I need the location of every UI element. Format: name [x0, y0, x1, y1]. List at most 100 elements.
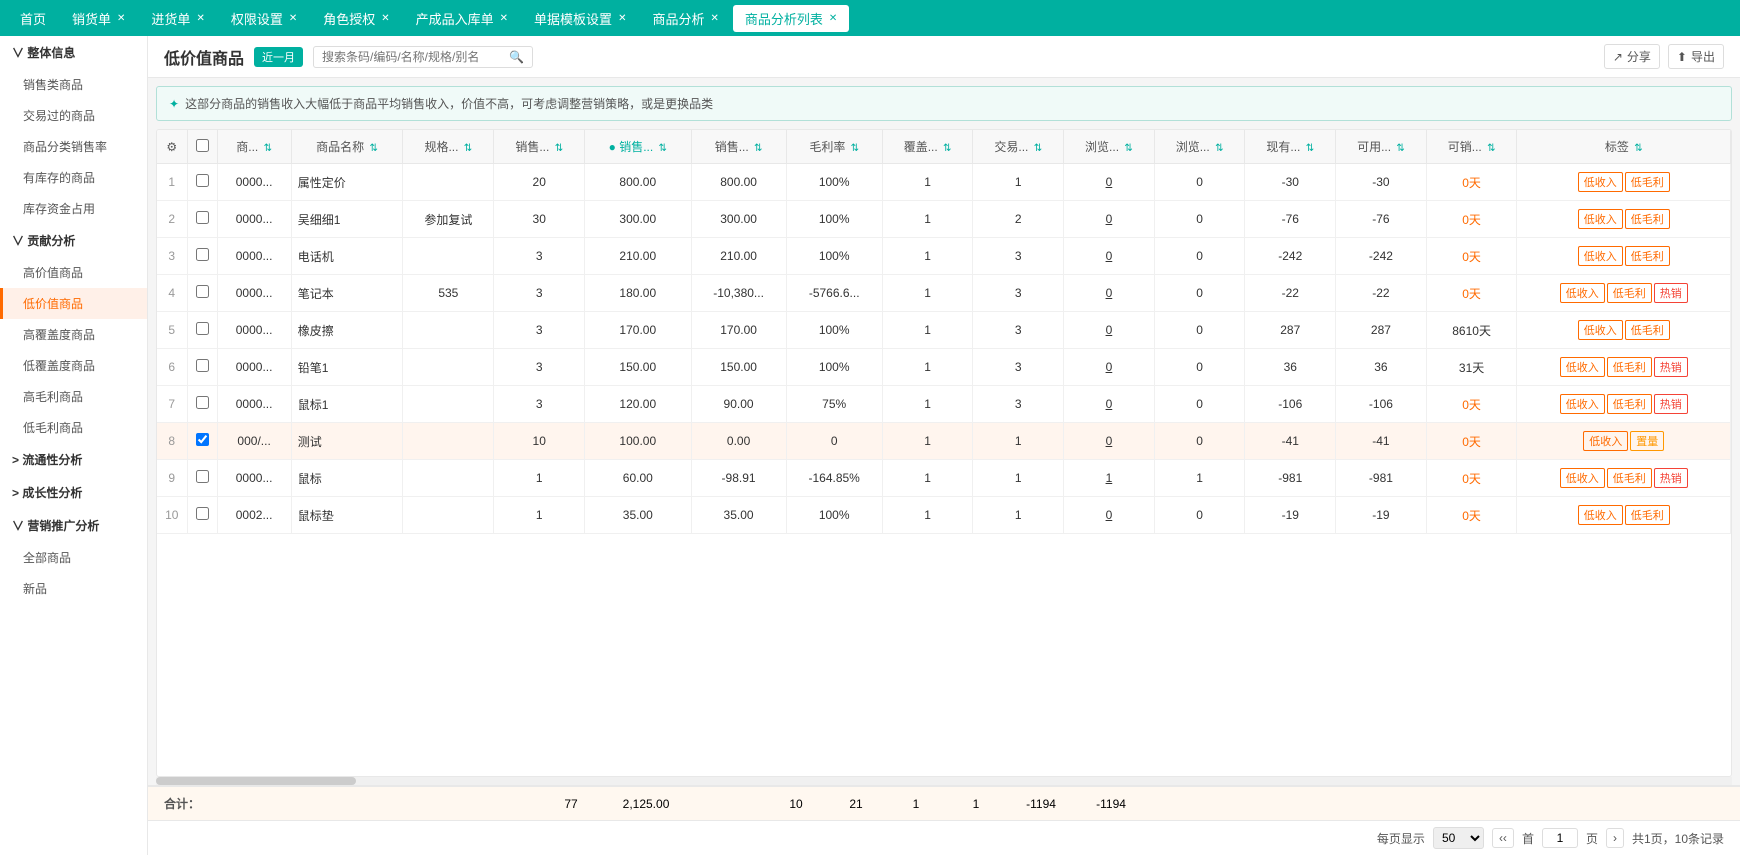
- row-browse1[interactable]: 0: [1064, 386, 1155, 423]
- row-browse1[interactable]: 1: [1064, 460, 1155, 497]
- row-checkbox-cell[interactable]: [187, 201, 217, 238]
- nav-home[interactable]: 首页: [8, 5, 58, 32]
- sidebar-item-traded-goods[interactable]: 交易过的商品: [0, 100, 147, 131]
- col-spec[interactable]: 规格... ⇅: [403, 130, 494, 164]
- sidebar-group-contribution[interactable]: ∨ 贡献分析: [0, 224, 147, 257]
- col-trade[interactable]: 交易... ⇅: [973, 130, 1064, 164]
- sidebar-item-all-goods[interactable]: 全部商品: [0, 542, 147, 573]
- sidebar-item-sales-goods[interactable]: 销售类商品: [0, 69, 147, 100]
- close-icon[interactable]: ✕: [381, 13, 389, 24]
- nav-goods-analysis-list[interactable]: 商品分析列表 ✕: [733, 5, 849, 32]
- table-row[interactable]: 2 0000... 吴细细1 参加复试 30 300.00 300.00 100…: [157, 201, 1731, 238]
- row-browse1[interactable]: 0: [1064, 201, 1155, 238]
- col-stock1[interactable]: 现有... ⇅: [1245, 130, 1336, 164]
- row-checkbox-cell[interactable]: [187, 460, 217, 497]
- time-tag-button[interactable]: 近一月: [254, 47, 303, 67]
- table-row[interactable]: 9 0000... 鼠标 1 60.00 -98.91 -164.85% 1 1…: [157, 460, 1731, 497]
- table-row[interactable]: 5 0000... 橡皮擦 3 170.00 170.00 100% 1 3 0…: [157, 312, 1731, 349]
- row-browse1[interactable]: 0: [1064, 423, 1155, 460]
- table-row[interactable]: 6 0000... 铅笔1 3 150.00 150.00 100% 1 3 0…: [157, 349, 1731, 386]
- col-checkbox[interactable]: [187, 130, 217, 164]
- per-page-select[interactable]: 50 100 200: [1433, 827, 1484, 849]
- close-icon[interactable]: ✕: [618, 13, 626, 24]
- sidebar-item-low-coverage[interactable]: 低覆盖度商品: [0, 350, 147, 381]
- col-coverage[interactable]: 覆盖... ⇅: [882, 130, 973, 164]
- row-checkbox[interactable]: [196, 211, 209, 224]
- nav-template[interactable]: 单据模板设置 ✕: [522, 5, 638, 32]
- sidebar-group-marketing[interactable]: ∨ 营销推广分析: [0, 509, 147, 542]
- col-margin[interactable]: 毛利率 ⇅: [786, 130, 882, 164]
- share-button[interactable]: ↗ 分享: [1604, 44, 1660, 69]
- row-checkbox[interactable]: [196, 507, 209, 520]
- close-icon[interactable]: ✕: [829, 13, 837, 24]
- close-icon[interactable]: ✕: [196, 13, 204, 24]
- sidebar-item-low-value[interactable]: 低价值商品: [0, 288, 147, 319]
- row-browse1[interactable]: 0: [1064, 349, 1155, 386]
- col-browse2[interactable]: 浏览... ⇅: [1154, 130, 1245, 164]
- table-row[interactable]: 8 000/... 测试 10 100.00 0.00 0 1 1 0 0 -4…: [157, 423, 1731, 460]
- scrollbar-thumb[interactable]: [156, 777, 356, 785]
- sidebar-group-overview[interactable]: ∨ 整体信息: [0, 36, 147, 69]
- search-input[interactable]: [322, 50, 505, 64]
- row-checkbox[interactable]: [196, 433, 209, 446]
- sidebar-item-high-value[interactable]: 高价值商品: [0, 257, 147, 288]
- col-sales3[interactable]: 销售... ⇅: [691, 130, 786, 164]
- row-browse1[interactable]: 0: [1064, 497, 1155, 534]
- horizontal-scrollbar[interactable]: [156, 777, 1732, 785]
- col-name[interactable]: 商品名称 ⇅: [291, 130, 403, 164]
- sidebar-group-circulation[interactable]: > 流通性分析: [0, 443, 147, 476]
- col-sales1[interactable]: 销售... ⇅: [494, 130, 585, 164]
- select-all-checkbox[interactable]: [196, 139, 209, 152]
- row-checkbox-cell[interactable]: [187, 497, 217, 534]
- sidebar-item-category-sales[interactable]: 商品分类销售率: [0, 131, 147, 162]
- col-stock2[interactable]: 可用... ⇅: [1336, 130, 1427, 164]
- row-checkbox[interactable]: [196, 359, 209, 372]
- row-checkbox-cell[interactable]: [187, 312, 217, 349]
- nav-sales[interactable]: 销货单 ✕: [60, 5, 137, 32]
- row-checkbox[interactable]: [196, 396, 209, 409]
- row-checkbox-cell[interactable]: [187, 275, 217, 312]
- sidebar-item-stock-goods[interactable]: 有库存的商品: [0, 162, 147, 193]
- row-browse1[interactable]: 0: [1064, 312, 1155, 349]
- row-checkbox[interactable]: [196, 322, 209, 335]
- row-checkbox-cell[interactable]: [187, 423, 217, 460]
- col-code[interactable]: 商... ⇅: [217, 130, 291, 164]
- row-browse1[interactable]: 0: [1064, 275, 1155, 312]
- first-page-button[interactable]: ‹‹: [1492, 828, 1514, 848]
- row-checkbox[interactable]: [196, 285, 209, 298]
- col-sales2[interactable]: ● 销售... ⇅: [585, 130, 691, 164]
- row-checkbox[interactable]: [196, 248, 209, 261]
- sidebar-item-new-goods[interactable]: 新品: [0, 573, 147, 604]
- sidebar-item-high-coverage[interactable]: 高覆盖度商品: [0, 319, 147, 350]
- page-number-input[interactable]: [1542, 828, 1578, 848]
- col-settings[interactable]: ⚙: [157, 130, 187, 164]
- row-checkbox[interactable]: [196, 470, 209, 483]
- row-checkbox-cell[interactable]: [187, 238, 217, 275]
- row-browse1[interactable]: 0: [1064, 164, 1155, 201]
- export-button[interactable]: ⬆ 导出: [1668, 44, 1724, 69]
- close-icon[interactable]: ✕: [500, 13, 508, 24]
- close-icon[interactable]: ✕: [289, 13, 297, 24]
- row-browse1[interactable]: 0: [1064, 238, 1155, 275]
- nav-product[interactable]: 产成品入库单 ✕: [404, 5, 520, 32]
- table-container[interactable]: ⚙ 商... ⇅ 商品名称 ⇅ 规格... ⇅ 销售... ⇅ ● 销售... …: [156, 129, 1732, 777]
- row-checkbox-cell[interactable]: [187, 386, 217, 423]
- row-checkbox-cell[interactable]: [187, 164, 217, 201]
- table-row[interactable]: 10 0002... 鼠标垫 1 35.00 35.00 100% 1 1 0 …: [157, 497, 1731, 534]
- nav-permission[interactable]: 权限设置 ✕: [219, 5, 309, 32]
- nav-purchase[interactable]: 进货单 ✕: [139, 5, 216, 32]
- row-checkbox-cell[interactable]: [187, 349, 217, 386]
- col-browse1[interactable]: 浏览... ⇅: [1064, 130, 1155, 164]
- col-stock3[interactable]: 可销... ⇅: [1426, 130, 1517, 164]
- nav-goods-analysis[interactable]: 商品分析 ✕: [640, 5, 730, 32]
- sidebar-item-stock-funds[interactable]: 库存资金占用: [0, 193, 147, 224]
- row-checkbox[interactable]: [196, 174, 209, 187]
- table-row[interactable]: 7 0000... 鼠标1 3 120.00 90.00 75% 1 3 0 0…: [157, 386, 1731, 423]
- table-row[interactable]: 3 0000... 电话机 3 210.00 210.00 100% 1 3 0…: [157, 238, 1731, 275]
- close-icon[interactable]: ✕: [117, 13, 125, 24]
- table-row[interactable]: 1 0000... 属性定价 20 800.00 800.00 100% 1 1…: [157, 164, 1731, 201]
- next-page-button[interactable]: ›: [1606, 828, 1624, 848]
- sidebar-group-growth[interactable]: > 成长性分析: [0, 476, 147, 509]
- close-icon[interactable]: ✕: [710, 13, 718, 24]
- table-row[interactable]: 4 0000... 笔记本 535 3 180.00 -10,380... -5…: [157, 275, 1731, 312]
